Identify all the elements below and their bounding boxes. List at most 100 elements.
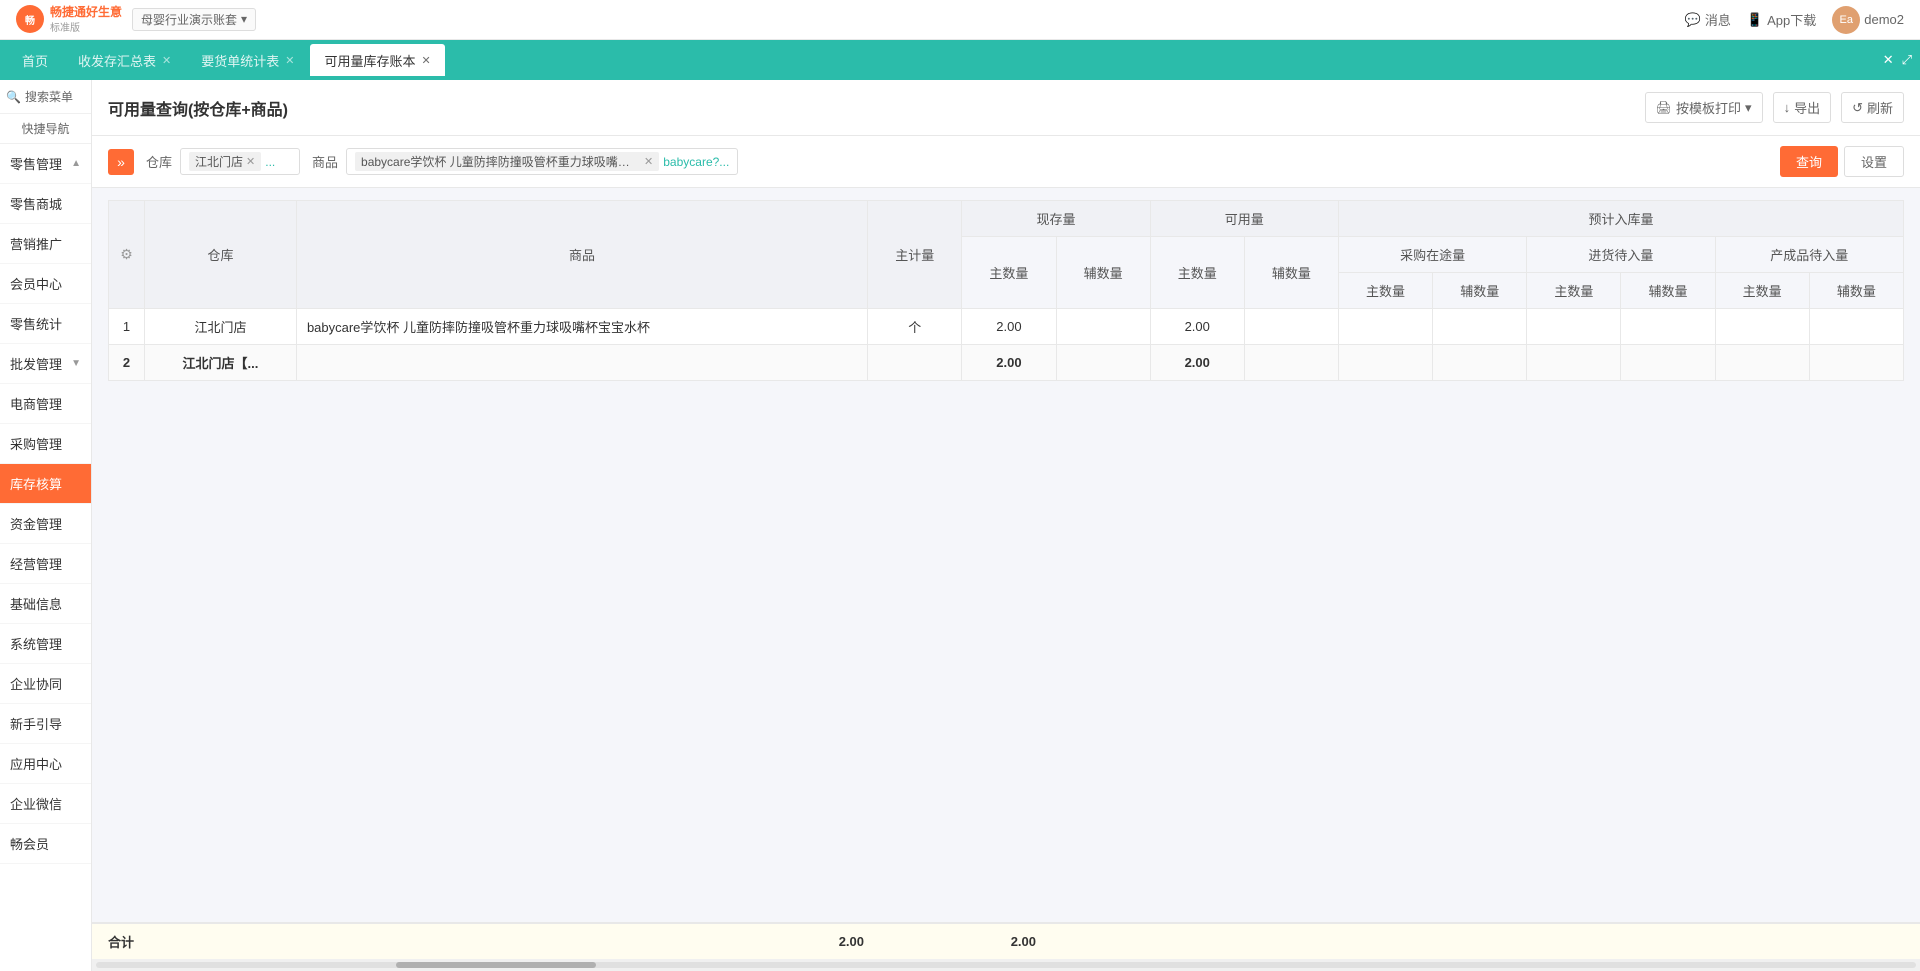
warehouse-filter-input[interactable]: 江北门店 ✕ ... [180, 148, 300, 175]
refresh-icon: ↺ [1852, 100, 1863, 116]
warehouse-tag-remove[interactable]: ✕ [246, 155, 255, 168]
tab-available-inventory-close[interactable]: ✕ [422, 54, 431, 67]
table-wrapper: ⚙ 仓库 商品 主计量 现存量 可用量 预计入库量 主数量 辅数量 主数量 辅数… [92, 188, 1920, 922]
page-header: 可用量查询(按仓库+商品) 🖨 按模板打印 ▾ ↓ 导出 ↺ 刷新 [92, 80, 1920, 136]
sidebar-item-marketing[interactable]: 营销推广 [0, 224, 91, 264]
sidebar-section: 零售管理 ▲ 零售商城 营销推广 会员中心 零售统计 批发管理 ▼ 电商管理 [0, 144, 91, 864]
incoming-main-qty-header: 主数量 [1527, 273, 1621, 309]
refresh-button[interactable]: ↺ 刷新 [1841, 92, 1904, 123]
available-main-qty-header: 主数量 [1150, 237, 1244, 309]
available-header: 可用量 [1150, 201, 1338, 237]
tab-available-inventory-label: 可用量库存账本 [324, 51, 415, 70]
tab-home-label: 首页 [22, 51, 48, 70]
app-download-button[interactable]: 📱 App下载 [1747, 10, 1816, 29]
sidebar-item-wholesale[interactable]: 批发管理 ▼ [0, 344, 91, 384]
top-bar: 畅 畅捷通好生意 标准版 母婴行业演示账套 ▾ 💬 消息 📱 App下载 Ea … [0, 0, 1920, 40]
warehouse-filter-label: 仓库 [146, 152, 172, 171]
sidebar-item-purchase-label: 采购管理 [10, 434, 62, 453]
tab-available-inventory[interactable]: 可用量库存账本 ✕ [310, 44, 444, 76]
row-2-available-aux-qty [1244, 345, 1338, 381]
tab-home[interactable]: 首页 [8, 44, 62, 76]
logo-icon: 畅 [16, 5, 44, 33]
current-stock-header: 现存量 [962, 201, 1150, 237]
row-2-current-main-qty: 2.00 [962, 345, 1056, 381]
sidebar-item-member-center-label: 会员中心 [10, 274, 62, 293]
filter-actions: 查询 设置 [1780, 146, 1904, 177]
sidebar-item-operations[interactable]: 经营管理 [0, 544, 91, 584]
logo-area: 畅 畅捷通好生意 标准版 [16, 5, 122, 34]
row-2-warehouse: 江北门店【... [145, 345, 297, 381]
product-filter-group: 商品 babycare学饮杯 儿童防摔防撞吸管杯重力球吸嘴杯宝宝水杯 ✕ bab… [312, 148, 738, 175]
download-icon: 📱 [1747, 12, 1763, 28]
avatar: Ea [1832, 6, 1860, 34]
scroll-thumb[interactable] [396, 962, 596, 968]
row-2-index: 2 [109, 345, 145, 381]
sidebar-item-app-center[interactable]: 应用中心 [0, 744, 91, 784]
tab-close-all-icon[interactable]: ✕ [1883, 52, 1894, 68]
tab-stock-summary-close[interactable]: ✕ [162, 54, 171, 67]
sidebar-item-inventory[interactable]: 库存核算 [0, 464, 91, 504]
warehouse-filter-group: 仓库 江北门店 ✕ ... [146, 148, 300, 175]
sidebar-item-member-vip[interactable]: 畅会员 [0, 824, 91, 864]
sidebar: 🔍 搜索菜单 快捷导航 零售管理 ▲ 零售商城 营销推广 会员中心 零售统计 [0, 80, 92, 971]
settings-col-header[interactable]: ⚙ [109, 201, 145, 309]
app-download-label: App下载 [1767, 10, 1816, 29]
incoming-aux-qty-header: 辅数量 [1621, 273, 1715, 309]
product-tag-1-remove[interactable]: ✕ [644, 155, 653, 168]
tab-stock-summary[interactable]: 收发存汇总表 ✕ [64, 44, 185, 76]
purchasing-header: 采购在途量 [1338, 237, 1526, 273]
row-1-incoming-main-qty [1527, 309, 1621, 345]
planned-header: 预计入库量 [1338, 201, 1903, 237]
sidebar-item-system-label: 系统管理 [10, 634, 62, 653]
sidebar-item-collaboration[interactable]: 企业协同 [0, 664, 91, 704]
sidebar-item-member-center[interactable]: 会员中心 [0, 264, 91, 304]
tab-requisition-stats-close[interactable]: ✕ [285, 54, 294, 67]
purchasing-aux-qty-header: 辅数量 [1433, 273, 1527, 309]
sidebar-item-system[interactable]: 系统管理 [0, 624, 91, 664]
sidebar-item-basic-info-label: 基础信息 [10, 594, 62, 613]
chevron-down-icon: ▼ [71, 358, 81, 369]
sidebar-item-ecommerce[interactable]: 电商管理 [0, 384, 91, 424]
message-button[interactable]: 💬 消息 [1685, 10, 1731, 29]
footer-current-main-total: 2.00 [778, 934, 864, 949]
user-area[interactable]: Ea demo2 [1832, 6, 1904, 34]
sidebar-item-guide[interactable]: 新手引导 [0, 704, 91, 744]
footer-available-main-total: 2.00 [950, 934, 1036, 949]
page-title: 可用量查询(按仓库+商品) [108, 96, 288, 120]
filter-expand-button[interactable]: » [108, 149, 134, 175]
warehouse-more-button[interactable]: ... [265, 155, 275, 169]
table-footer: 合计 2.00 2.00 [92, 922, 1920, 959]
sidebar-item-wechat[interactable]: 企业微信 [0, 784, 91, 824]
product-col-header: 商品 [296, 201, 867, 309]
row-1-available-aux-qty [1244, 309, 1338, 345]
row-1-purchasing-main-qty [1338, 309, 1432, 345]
row-1-incoming-aux-qty [1621, 309, 1715, 345]
sidebar-quick-nav[interactable]: 快捷导航 [0, 114, 91, 144]
print-template-button[interactable]: 🖨 按模板打印 ▾ [1645, 92, 1763, 123]
sidebar-item-finance[interactable]: 资金管理 [0, 504, 91, 544]
industry-selector[interactable]: 母婴行业演示账套 ▾ [132, 8, 256, 31]
product-tag-1: babycare学饮杯 儿童防摔防撞吸管杯重力球吸嘴杯宝宝水杯 ✕ [355, 152, 659, 171]
sidebar-item-basic-info[interactable]: 基础信息 [0, 584, 91, 624]
row-2-product [296, 345, 867, 381]
row-1-product: babycare学饮杯 儿童防摔防撞吸管杯重力球吸嘴杯宝宝水杯 [296, 309, 867, 345]
sidebar-item-retail-mall[interactable]: 零售商城 [0, 184, 91, 224]
table-scroll-bar[interactable] [92, 959, 1920, 971]
sidebar-search[interactable]: 🔍 搜索菜单 [0, 80, 91, 114]
warehouse-col-header: 仓库 [145, 201, 297, 309]
export-button[interactable]: ↓ 导出 [1773, 92, 1832, 123]
setting-button[interactable]: 设置 [1844, 146, 1904, 177]
current-main-qty-header: 主数量 [962, 237, 1056, 309]
table-header-row-1: ⚙ 仓库 商品 主计量 现存量 可用量 预计入库量 [109, 201, 1904, 237]
query-button[interactable]: 查询 [1780, 146, 1838, 177]
product-more-button[interactable]: babycare?... [663, 155, 729, 169]
tab-requisition-stats[interactable]: 要货单统计表 ✕ [187, 44, 308, 76]
row-2-main-unit [868, 345, 962, 381]
print-template-label: 按模板打印 [1676, 98, 1741, 117]
sidebar-item-retail-mgmt[interactable]: 零售管理 ▲ [0, 144, 91, 184]
product-filter-input[interactable]: babycare学饮杯 儿童防摔防撞吸管杯重力球吸嘴杯宝宝水杯 ✕ babyca… [346, 148, 738, 175]
sidebar-item-retail-stats[interactable]: 零售统计 [0, 304, 91, 344]
sidebar-item-purchase[interactable]: 采购管理 [0, 424, 91, 464]
tab-expand-icon[interactable]: ⤢ [1902, 52, 1912, 68]
tab-requisition-stats-label: 要货单统计表 [201, 51, 279, 70]
